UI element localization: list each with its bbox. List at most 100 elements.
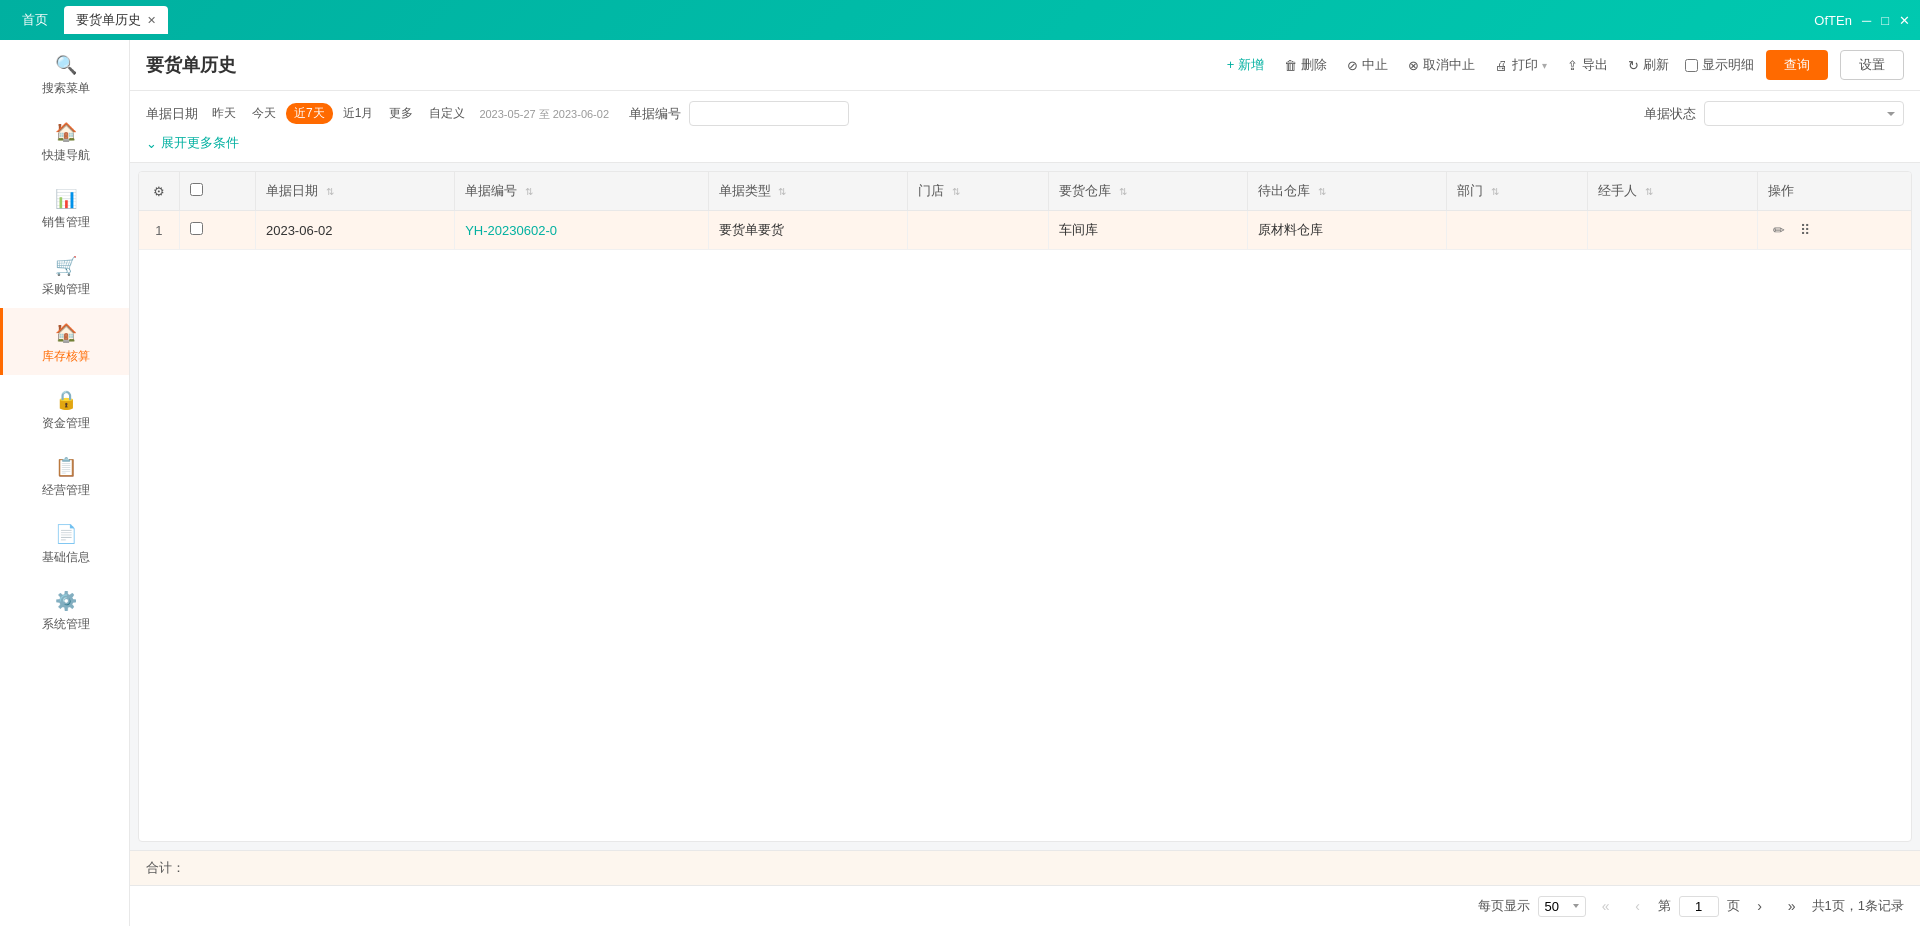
print-icon: 🖨 [1495, 58, 1508, 73]
docnum-input[interactable] [689, 101, 849, 126]
table-row: 1 2023-06-02 YH-20230602-0 要货单要货 [139, 211, 1911, 250]
refresh-button[interactable]: ↻ 刷新 [1624, 54, 1673, 76]
delete-button[interactable]: 🗑 删除 [1280, 54, 1331, 76]
page-label-before: 第 [1658, 897, 1671, 915]
refresh-icon: ↻ [1628, 58, 1639, 73]
th-checkbox[interactable] [179, 172, 255, 211]
row-edit-icon[interactable]: ✏ [1768, 219, 1790, 241]
window-restore-icon[interactable]: □ [1881, 13, 1889, 28]
sales-mgmt-icon: 📊 [55, 188, 77, 210]
home-tab-label: 首页 [22, 11, 48, 29]
top-bar: 首页 要货单历史 ✕ OfTEn ─ □ ✕ [0, 0, 1920, 40]
new-button[interactable]: + 新增 [1223, 54, 1268, 76]
expand-more-btn[interactable]: ⌄ 展开更多条件 [146, 134, 1904, 152]
per-page-select[interactable]: 20 50 100 [1538, 896, 1586, 917]
td-doc-type: 要货单要货 [708, 211, 907, 250]
stop-button[interactable]: ⊘ 中止 [1343, 54, 1392, 76]
export-button[interactable]: ⇪ 导出 [1563, 54, 1612, 76]
th-store[interactable]: 门店 ⇅ [908, 172, 1049, 211]
th-settings[interactable]: ⚙ [139, 172, 179, 211]
page-input[interactable]: 1 [1679, 896, 1719, 917]
row-checkbox[interactable] [190, 222, 203, 235]
date-btn-custom[interactable]: 自定义 [423, 103, 471, 124]
tab-home[interactable]: 首页 [10, 6, 60, 34]
row-doc-num-link[interactable]: YH-20230602-0 [465, 223, 557, 238]
row-num: 1 [155, 223, 162, 238]
user-name: OfTEn [1814, 13, 1852, 28]
sidebar-label-finance-mgmt: 资金管理 [42, 415, 90, 432]
tab-requisition-history[interactable]: 要货单历史 ✕ [64, 6, 168, 34]
filter-bar: 单据日期 昨天 今天 近7天 近1月 更多 自定义 2023-05-27 至 2… [130, 91, 1920, 163]
window-close-icon[interactable]: ✕ [1899, 13, 1910, 28]
th-doc-num[interactable]: 单据编号 ⇅ [455, 172, 709, 211]
td-pending-warehouse: 原材料仓库 [1248, 211, 1447, 250]
th-dept-label: 部门 [1457, 183, 1483, 198]
sidebar-item-inventory[interactable]: 🏠 库存核算 [0, 308, 129, 375]
sort-doc-type-icon: ⇅ [778, 186, 786, 197]
date-btn-7days[interactable]: 近7天 [286, 103, 333, 124]
sort-doc-num-icon: ⇅ [525, 186, 533, 197]
date-btn-yesterday[interactable]: 昨天 [206, 103, 242, 124]
stop-label: 中止 [1362, 56, 1388, 74]
date-btn-more[interactable]: 更多 [383, 103, 419, 124]
data-table: ⚙ 单据日期 ⇅ 单据编号 ⇅ 单据类型 ⇅ [139, 172, 1911, 250]
sidebar-item-purchase-mgmt[interactable]: 🛒 采购管理 [0, 241, 129, 308]
row-pending-warehouse: 原材料仓库 [1258, 222, 1323, 237]
purchase-mgmt-icon: 🛒 [55, 255, 77, 277]
close-tab-icon[interactable]: ✕ [147, 14, 156, 27]
basic-info-icon: 📄 [55, 523, 77, 545]
print-button[interactable]: 🖨 打印 ▾ [1491, 54, 1551, 76]
row-more-icon[interactable]: ⠿ [1794, 219, 1816, 241]
cancel-stop-button[interactable]: ⊗ 取消中止 [1404, 54, 1479, 76]
td-num: 1 [139, 211, 179, 250]
date-btn-1month[interactable]: 近1月 [337, 103, 380, 124]
show-detail-checkbox[interactable] [1685, 59, 1698, 72]
sidebar-item-search-menu[interactable]: 🔍 搜索菜单 [0, 40, 129, 107]
print-chevron-icon: ▾ [1542, 60, 1547, 71]
search-menu-icon: 🔍 [55, 54, 77, 76]
refresh-label: 刷新 [1643, 56, 1669, 74]
td-checkbox[interactable] [179, 211, 255, 250]
show-detail-label: 显示明细 [1702, 56, 1754, 74]
docstatus-filter-group: 单据状态 [1644, 101, 1904, 126]
th-pending-warehouse[interactable]: 待出仓库 ⇅ [1248, 172, 1447, 211]
th-doc-date-label: 单据日期 [266, 183, 318, 198]
sidebar-item-operations-mgmt[interactable]: 📋 经营管理 [0, 442, 129, 509]
show-detail-checkbox-label[interactable]: 显示明细 [1685, 56, 1754, 74]
date-filter-label: 单据日期 [146, 105, 198, 123]
date-filter-group: 单据日期 昨天 今天 近7天 近1月 更多 自定义 2023-05-27 至 2… [146, 103, 609, 124]
settings-button[interactable]: 设置 [1840, 50, 1904, 80]
sidebar-item-finance-mgmt[interactable]: 🔒 资金管理 [0, 375, 129, 442]
query-button[interactable]: 查询 [1766, 50, 1828, 80]
th-handler[interactable]: 经手人 ⇅ [1588, 172, 1758, 211]
prev-page-btn[interactable]: ‹ [1626, 894, 1650, 918]
th-req-warehouse-label: 要货仓库 [1059, 183, 1111, 198]
table-header-row: ⚙ 单据日期 ⇅ 单据编号 ⇅ 单据类型 ⇅ [139, 172, 1911, 211]
select-all-checkbox[interactable] [190, 183, 203, 196]
sidebar-item-system-mgmt[interactable]: ⚙️ 系统管理 [0, 576, 129, 643]
next-page-btn[interactable]: › [1748, 894, 1772, 918]
th-doc-type[interactable]: 单据类型 ⇅ [708, 172, 907, 211]
last-page-btn[interactable]: » [1780, 894, 1804, 918]
export-icon: ⇪ [1567, 58, 1578, 73]
th-doc-type-label: 单据类型 [719, 183, 771, 198]
th-dept[interactable]: 部门 ⇅ [1447, 172, 1588, 211]
date-btn-today[interactable]: 今天 [246, 103, 282, 124]
expand-more-icon: ⌄ [146, 136, 157, 151]
th-doc-date[interactable]: 单据日期 ⇅ [255, 172, 454, 211]
sidebar-item-sales-mgmt[interactable]: 📊 销售管理 [0, 174, 129, 241]
sort-handler-icon: ⇅ [1645, 186, 1653, 197]
sidebar-label-basic-info: 基础信息 [42, 549, 90, 566]
page-header: 要货单历史 + 新增 🗑 删除 ⊘ 中止 ⊗ 取消中止 [130, 40, 1920, 91]
window-minimize-icon[interactable]: ─ [1862, 13, 1871, 28]
finance-mgmt-icon: 🔒 [55, 389, 77, 411]
row-doc-type: 要货单要货 [719, 222, 784, 237]
sidebar-item-basic-info[interactable]: 📄 基础信息 [0, 509, 129, 576]
th-req-warehouse[interactable]: 要货仓库 ⇅ [1048, 172, 1247, 211]
sidebar-item-quick-nav[interactable]: 🏠 快捷导航 [0, 107, 129, 174]
docstatus-select[interactable] [1704, 101, 1904, 126]
sort-doc-date-icon: ⇅ [326, 186, 334, 197]
first-page-btn[interactable]: « [1594, 894, 1618, 918]
sidebar-label-search-menu: 搜索菜单 [42, 80, 90, 97]
summary-label: 合计： [146, 859, 185, 877]
